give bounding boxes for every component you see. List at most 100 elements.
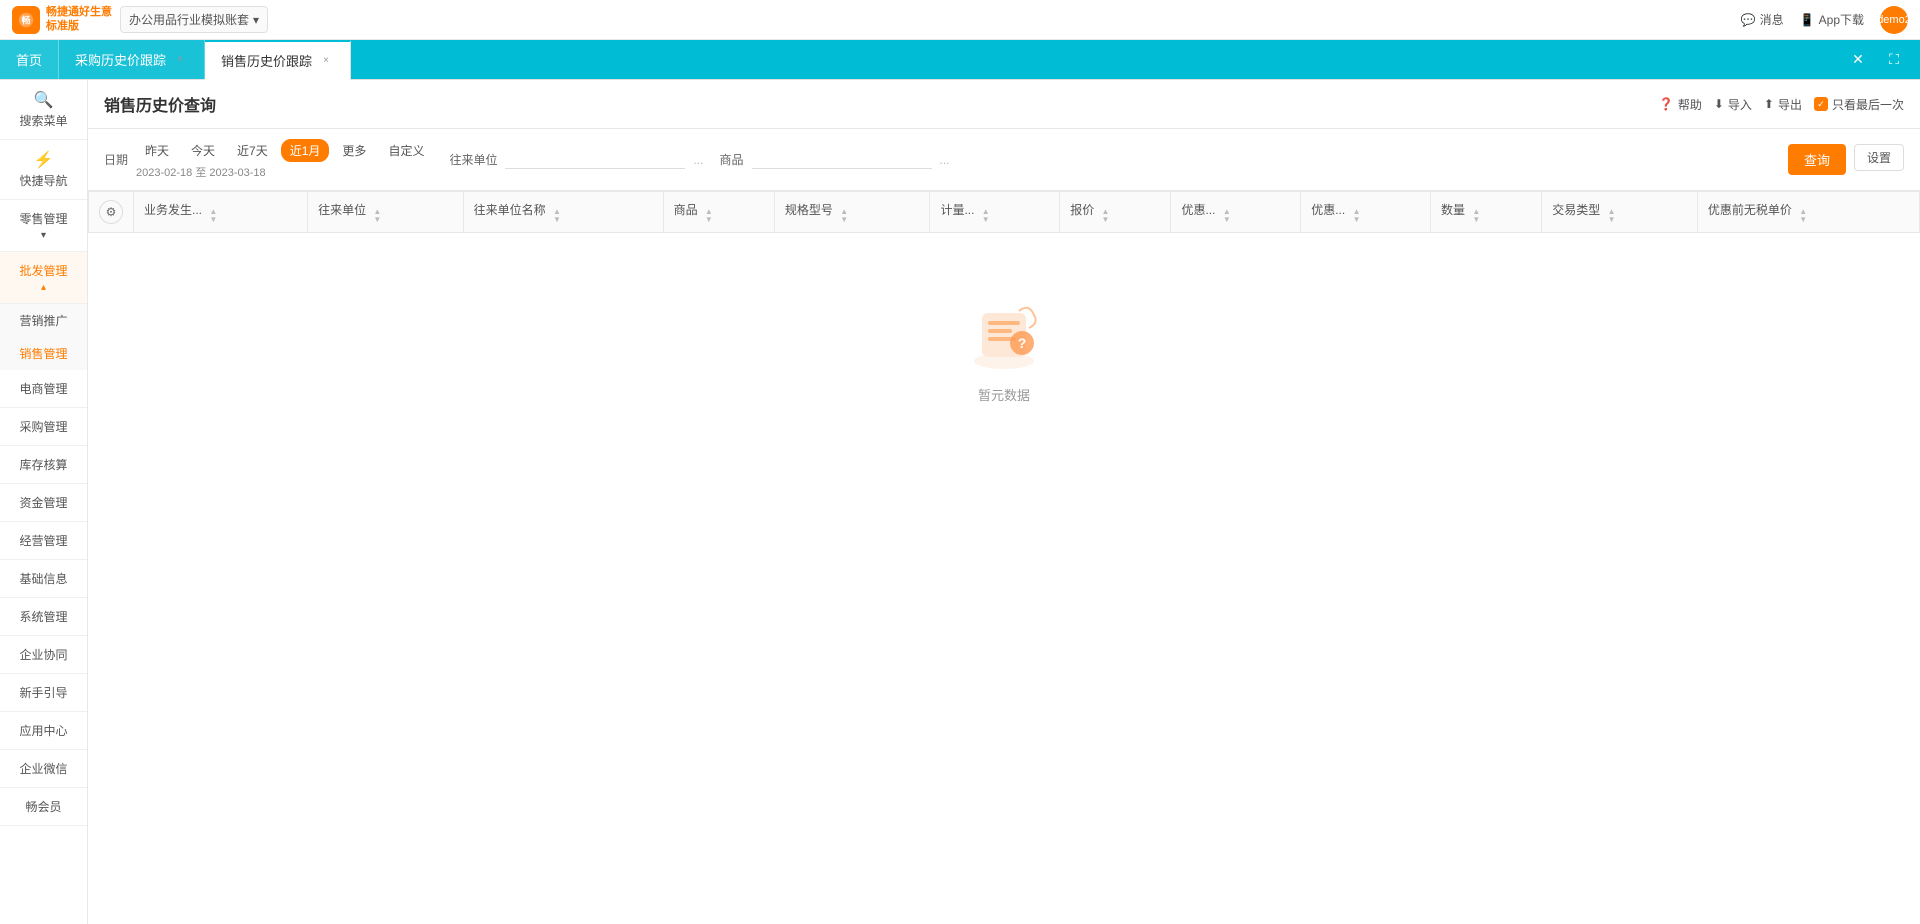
gear-icon[interactable]: ⚙ [99,200,123,224]
maximize-button[interactable]: ⛶ [1880,46,1908,74]
app-download-button[interactable]: 📱 App下载 [1800,11,1864,28]
app-selector[interactable]: 办公用品行业模拟账套 ▾ [120,6,268,33]
counterpart-label: 往来单位 [449,151,497,168]
product-input[interactable] [752,150,932,169]
tabbar-actions: ✕ ⛶ [1844,46,1920,74]
logo-area: 畅 畅捷通好生意 标准版 [12,6,112,34]
sidebar-item-purchase-mgmt[interactable]: 采购管理 [0,408,87,446]
sort-arrows-trade-type: ▲▼ [1608,208,1616,224]
empty-state: ? 暂元数据 [88,233,1920,464]
table-col-counterpart-name[interactable]: 往来单位名称 ▲▼ [463,192,663,233]
quick-icon: ⚡ [4,150,83,170]
page-actions: ❓ 帮助 ⬇ 导入 ⬆ 导出 ✓ 只看最后一次 [1659,96,1904,113]
message-button[interactable]: 💬 消息 [1741,11,1784,28]
table-col-discount2[interactable]: 优惠... ▲▼ [1301,192,1431,233]
tab-home[interactable]: 首页 [0,40,59,80]
message-icon: 💬 [1741,13,1756,27]
sidebar-item-app-center[interactable]: 应用中心 [0,712,87,750]
sidebar-item-operation[interactable]: 经营管理 [0,522,87,560]
help-button[interactable]: ❓ 帮助 [1659,96,1702,113]
date-btn-1month[interactable]: 近1月 [281,139,330,162]
query-button[interactable]: 查询 [1788,144,1846,175]
tab-home-label: 首页 [16,50,42,69]
export-button[interactable]: ⬆ 导出 [1764,96,1802,113]
date-btn-yesterday[interactable]: 昨天 [136,139,178,162]
tab-purchase[interactable]: 采购历史价跟踪 × [59,40,205,80]
close-window-button[interactable]: ✕ [1844,46,1872,74]
sidebar-item-vip[interactable]: 畅会员 [0,788,87,826]
product-filter-group: 商品 ... [719,150,949,169]
counterpart-dots[interactable]: ... [693,153,703,167]
product-dots[interactable]: ... [940,153,950,167]
date-btn-7days[interactable]: 近7天 [228,139,277,162]
table-header: ⚙ 业务发生... ▲▼ 往来单位 ▲▼ 往来单位名称 ▲▼ [89,192,1920,233]
sidebar-item-ecommerce[interactable]: 电商管理 [0,370,87,408]
table-col-spec[interactable]: 规格型号 ▲▼ [774,192,930,233]
avatar: demo2 [1880,6,1908,34]
filter-bar: 日期 昨天 今天 近7天 近1月 更多 自定义 2023-02-18 至 202… [88,129,1920,191]
sidebar: 🔍 搜索菜单 ⚡ 快捷导航 零售管理 ▾ 批发管理 ▴ 营销推广 销售管理 电商… [0,80,88,924]
svg-text:?: ? [1018,335,1027,351]
sidebar-item-weixin[interactable]: 企业微信 [0,750,87,788]
table-col-unit[interactable]: 计量... ▲▼ [930,192,1060,233]
import-button[interactable]: ⬇ 导入 [1714,96,1752,113]
date-filter-group: 日期 昨天 今天 近7天 近1月 更多 自定义 2023-02-18 至 202… [104,139,433,180]
table-col-pretax-price[interactable]: 优惠前无税单价 ▲▼ [1697,192,1919,233]
main-layout: 🔍 搜索菜单 ⚡ 快捷导航 零售管理 ▾ 批发管理 ▴ 营销推广 销售管理 电商… [0,80,1920,924]
sidebar-item-system[interactable]: 系统管理 [0,598,87,636]
chevron-down-icon: ▾ [253,13,259,27]
page-title: 销售历史价查询 [104,92,216,116]
sidebar-item-search[interactable]: 🔍 搜索菜单 [0,80,87,140]
sidebar-item-marketing[interactable]: 营销推广 [0,304,87,337]
table-col-discount1[interactable]: 优惠... ▲▼ [1171,192,1301,233]
sort-arrows-counterpart-name: ▲▼ [553,208,561,224]
app-selector-label: 办公用品行业模拟账套 [129,11,249,28]
empty-text: 暂元数据 [978,385,1030,404]
date-range-display: 2023-02-18 至 2023-03-18 [136,164,433,180]
date-btn-custom[interactable]: 自定义 [379,139,433,162]
sidebar-item-retail[interactable]: 零售管理 ▾ [0,200,87,252]
sort-arrows-unit: ▲▼ [982,208,990,224]
counterpart-input[interactable] [505,150,685,169]
empty-illustration: ? [964,293,1044,373]
sort-arrows-discount2: ▲▼ [1353,208,1361,224]
sort-arrows-biz-date: ▲▼ [209,208,217,224]
date-label: 日期 [104,151,128,168]
sidebar-item-wholesale[interactable]: 批发管理 ▴ [0,252,87,304]
tab-sales-close[interactable]: × [318,53,334,69]
table-col-trade-type[interactable]: 交易类型 ▲▼ [1542,192,1698,233]
table-col-biz-date[interactable]: 业务发生... ▲▼ [134,192,308,233]
sidebar-item-enterprise[interactable]: 企业协同 [0,636,87,674]
download-icon: 📱 [1800,13,1815,27]
user-profile[interactable]: demo2 [1880,6,1908,34]
sidebar-item-finance[interactable]: 资金管理 [0,484,87,522]
table-col-counterpart-code[interactable]: 往来单位 ▲▼ [308,192,464,233]
table-col-quantity[interactable]: 数量 ▲▼ [1430,192,1541,233]
search-icon: 🔍 [4,90,83,110]
sidebar-item-newbie[interactable]: 新手引导 [0,674,87,712]
only-last-checkbox[interactable]: ✓ 只看最后一次 [1814,96,1904,113]
tab-sales[interactable]: 销售历史价跟踪 × [205,40,351,80]
sort-arrows-quantity: ▲▼ [1472,208,1480,224]
sort-arrows-product: ▲▼ [705,208,713,224]
table-col-quote[interactable]: 报价 ▲▼ [1060,192,1171,233]
sidebar-item-basic[interactable]: 基础信息 [0,560,87,598]
topbar: 畅 畅捷通好生意 标准版 办公用品行业模拟账套 ▾ 💬 消息 📱 App下载 d… [0,0,1920,40]
sort-arrows-spec: ▲▼ [840,208,848,224]
sort-arrows-counterpart-code: ▲▼ [373,208,381,224]
chevron-up-icon: ▴ [41,282,46,293]
content-area: 销售历史价查询 ❓ 帮助 ⬇ 导入 ⬆ 导出 ✓ 只看最后一次 [88,80,1920,924]
column-settings-button[interactable]: 设置 [1854,144,1904,171]
tab-sales-label: 销售历史价跟踪 [221,51,312,70]
tab-purchase-close[interactable]: × [172,52,188,68]
date-btn-today[interactable]: 今天 [182,139,224,162]
topbar-left: 畅 畅捷通好生意 标准版 办公用品行业模拟账套 ▾ [12,6,268,34]
sidebar-item-quick[interactable]: ⚡ 快捷导航 [0,140,87,200]
sidebar-item-inventory[interactable]: 库存核算 [0,446,87,484]
table-col-product[interactable]: 商品 ▲▼ [663,192,774,233]
sidebar-item-sales-mgmt[interactable]: 销售管理 [0,337,87,370]
svg-text:畅: 畅 [21,14,30,25]
sort-arrows-discount1: ▲▼ [1223,208,1231,224]
date-btn-more[interactable]: 更多 [333,139,375,162]
table-col-settings[interactable]: ⚙ [89,192,134,233]
